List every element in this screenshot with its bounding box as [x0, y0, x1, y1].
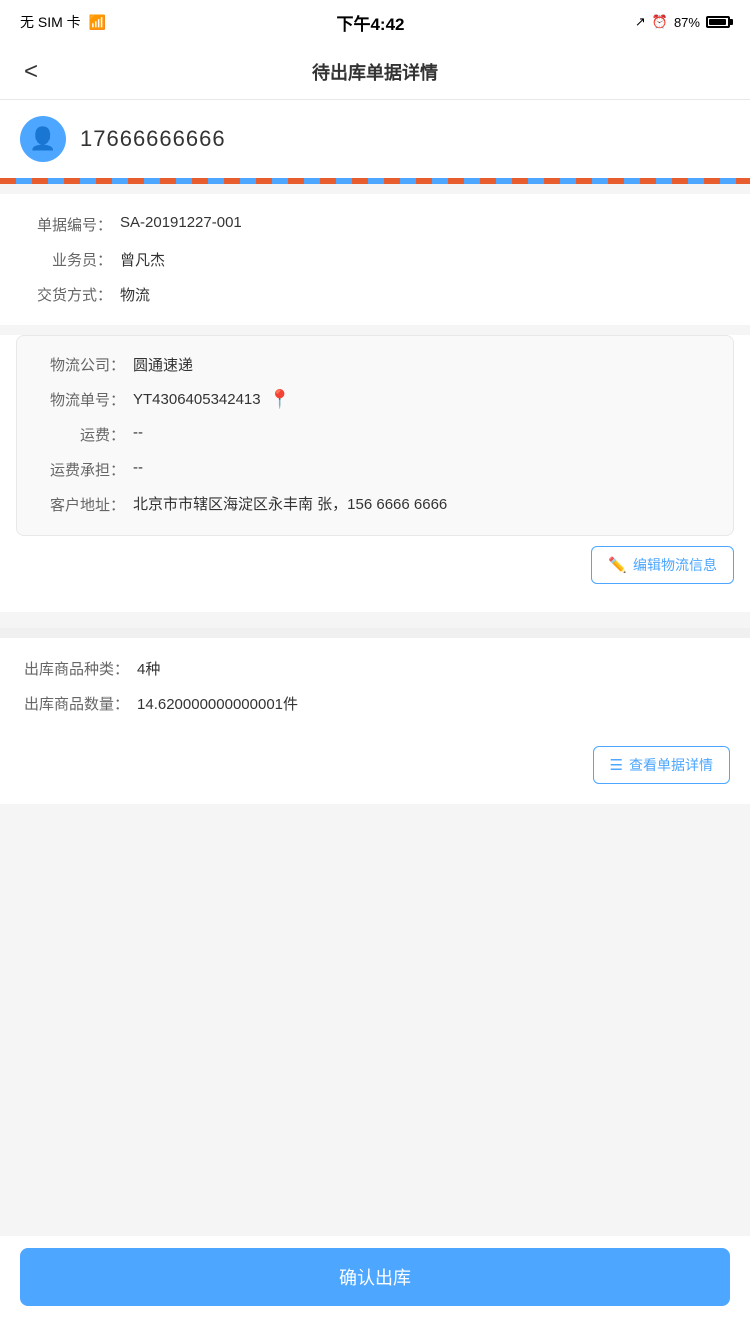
document-number-row: 单据编号： SA-20191227-001 — [24, 214, 726, 235]
order-info-section: 单据编号： SA-20191227-001 业务员： 曾凡杰 交货方式： 物流 — [0, 194, 750, 325]
delivery-method-value: 物流 — [120, 284, 726, 305]
avatar: 👤 — [20, 116, 66, 162]
sales-person-value: 曾凡杰 — [120, 249, 726, 270]
view-details-button[interactable]: ☰ 查看单据详情 — [593, 746, 730, 784]
edit-logistics-button[interactable]: ✏️ 编辑物流信息 — [591, 546, 734, 584]
tracking-number-label: 物流单号： — [37, 389, 125, 410]
edit-icon: ✏️ — [608, 556, 627, 574]
alarm-icon: ⏰ — [652, 14, 668, 30]
tracking-number-value: YT43064053424​13 📍 — [133, 389, 713, 410]
status-indicators: ↗ ⏰ 87% — [635, 14, 730, 30]
goods-types-value: 4种 — [137, 658, 160, 679]
edit-btn-container: ✏️ 编辑物流信息 — [0, 546, 750, 612]
customer-header: 👤 17666666666 — [0, 100, 750, 178]
address-label: 客户地址： — [37, 494, 125, 515]
back-button[interactable]: < — [16, 50, 46, 94]
person-icon: 👤 — [29, 126, 56, 152]
freight-bearer-row: 运费承担： -- — [37, 459, 713, 480]
page-title: 待出库单据详情 — [312, 59, 438, 85]
goods-quantity-label: 出库商品数量： — [24, 693, 129, 714]
delivery-method-row: 交货方式： 物流 — [24, 284, 726, 305]
delivery-method-label: 交货方式： — [24, 284, 112, 305]
goods-types-row: 出库商品种类： 4种 — [24, 658, 726, 679]
confirm-outbound-button[interactable]: 确认出库 — [20, 1248, 730, 1306]
tracking-location-icon[interactable]: 📍 — [269, 389, 291, 410]
bottom-spacer — [0, 804, 750, 1004]
status-carrier: 无 SIM 卡 📶 — [20, 12, 106, 32]
dashed-divider — [0, 178, 750, 184]
sales-person-label: 业务员： — [24, 249, 112, 270]
list-icon: ☰ — [610, 756, 623, 774]
document-number-value: SA-20191227-001 — [120, 214, 726, 231]
goods-types-label: 出库商品种类： — [24, 658, 129, 679]
customer-phone: 17666666666 — [80, 126, 226, 152]
freight-row: 运费： -- — [37, 424, 713, 445]
address-row: 客户地址： 北京市市辖区海淀区永丰南 张，156 6666 6666 — [37, 494, 713, 517]
document-number-label: 单据编号： — [24, 214, 112, 235]
battery-percentage: 87% — [674, 15, 700, 30]
logistics-company-value: 圆通速递 — [133, 354, 713, 375]
freight-bearer-label: 运费承担： — [37, 459, 125, 480]
location-icon: ↗ — [635, 14, 646, 30]
wifi-icon: 📶 — [89, 14, 106, 31]
status-time: 下午4:42 — [336, 10, 404, 35]
logistics-card: 物流公司： 圆通速递 物流单号： YT43064053424​13 📍 运费： … — [16, 335, 734, 536]
battery-icon — [706, 16, 730, 28]
status-bar: 无 SIM 卡 📶 下午4:42 ↗ ⏰ 87% — [0, 0, 750, 44]
freight-label: 运费： — [37, 424, 125, 445]
carrier-text: 无 SIM 卡 — [20, 12, 81, 32]
goods-section: 出库商品种类： 4种 出库商品数量： 14.620000000000001件 — [0, 638, 750, 734]
confirm-btn-container: 确认出库 — [0, 1236, 750, 1334]
freight-bearer-value: -- — [133, 459, 713, 476]
section-separator — [0, 628, 750, 638]
goods-quantity-row: 出库商品数量： 14.620000000000001件 — [24, 693, 726, 714]
goods-quantity-value: 14.620000000000001件 — [137, 693, 298, 714]
logistics-company-label: 物流公司： — [37, 354, 125, 375]
freight-value: -- — [133, 424, 713, 441]
tracking-number-row: 物流单号： YT43064053424​13 📍 — [37, 389, 713, 410]
view-details-row: ☰ 查看单据详情 — [0, 734, 750, 804]
logistics-company-row: 物流公司： 圆通速递 — [37, 354, 713, 375]
address-value: 北京市市辖区海淀区永丰南 张，156 6666 6666 — [133, 494, 713, 517]
nav-bar: < 待出库单据详情 — [0, 44, 750, 100]
sales-person-row: 业务员： 曾凡杰 — [24, 249, 726, 270]
